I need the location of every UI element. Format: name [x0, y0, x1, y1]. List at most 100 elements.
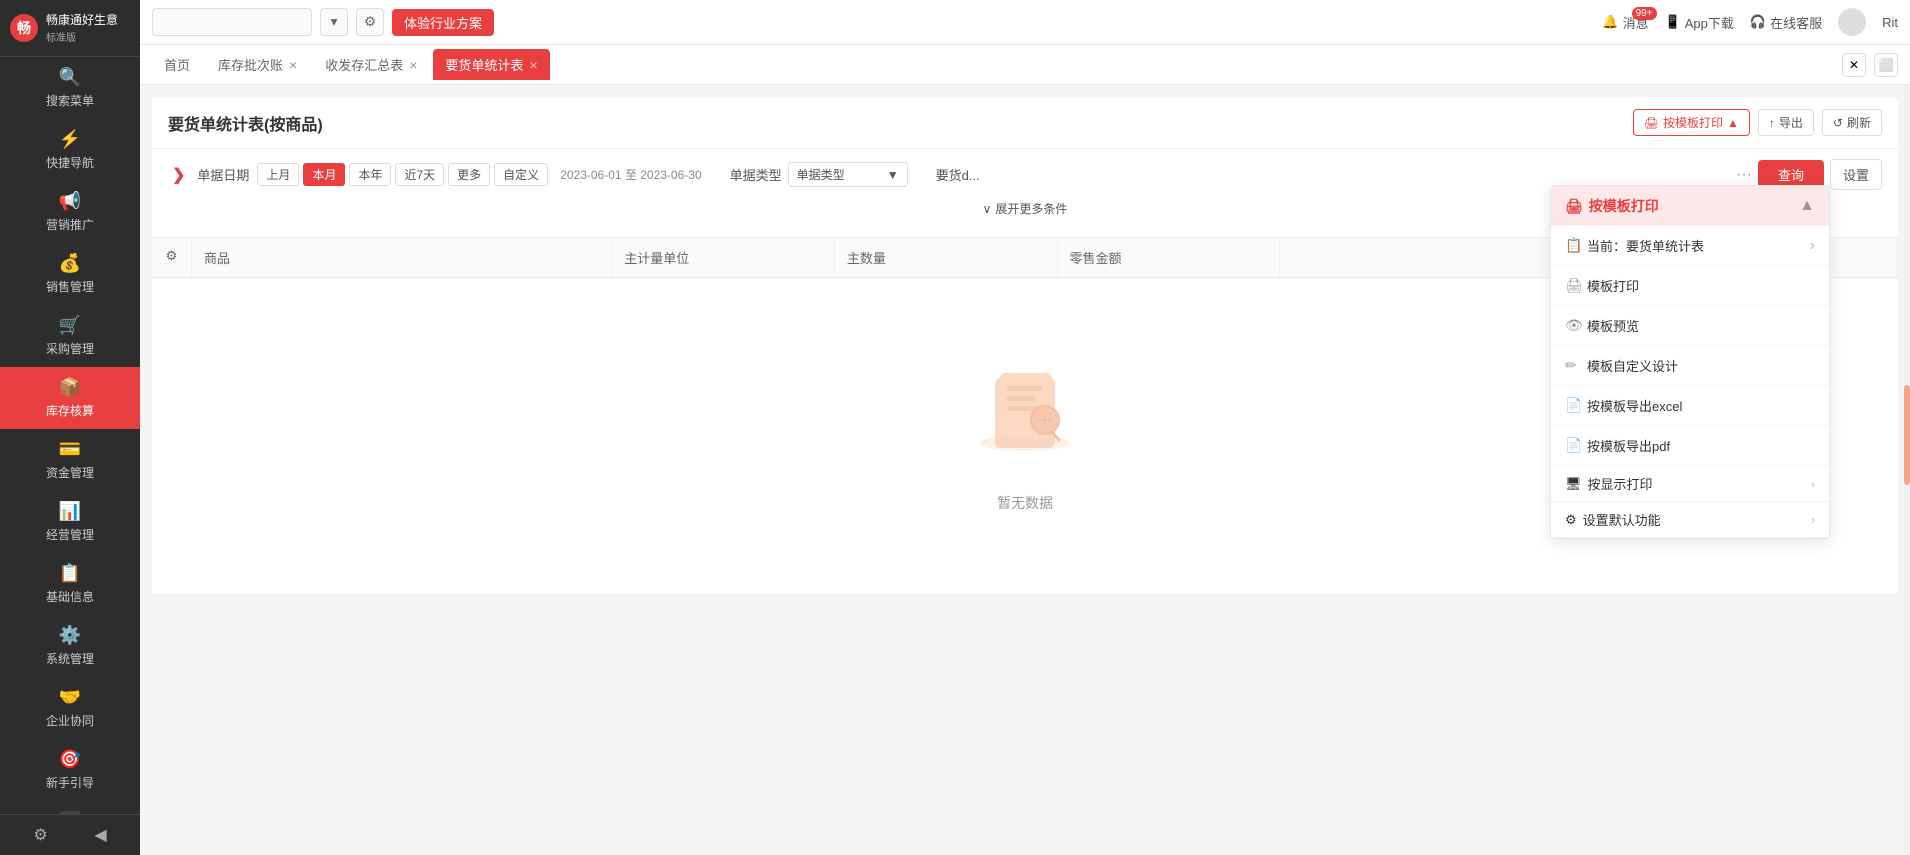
dropdown-item-template-preview[interactable]: 👁 模板预览: [1551, 306, 1829, 346]
page-header: 要货单统计表(按商品) 🖨 按模板打印 ▲ ↑ 导出 ↺ 刷新: [152, 97, 1898, 149]
tab-order-stats-label: 要货单统计表: [445, 55, 523, 74]
refresh-icon: ↺: [1833, 116, 1843, 130]
sidebar-item-marketing[interactable]: 📢 营销推广: [0, 181, 140, 243]
date-filter-label: 单据日期: [197, 165, 249, 184]
filter-custom[interactable]: 自定义: [494, 163, 548, 186]
dropdown-item-label: 模板预览: [1587, 316, 1639, 335]
sidebar-item-search[interactable]: 🔍 搜索菜单: [0, 57, 140, 119]
dropdown-default-title: ⚙ 设置默认功能: [1565, 510, 1661, 529]
sidebar-item-label: 基础信息: [46, 588, 94, 605]
type-filter-select[interactable]: 单据类型 ▼: [788, 162, 908, 187]
tab-batch-account-close[interactable]: ×: [289, 57, 297, 73]
tab-batch-account[interactable]: 库存批次账 ×: [206, 49, 309, 80]
page-actions: 🖨 按模板打印 ▲ ↑ 导出 ↺ 刷新: [1633, 109, 1882, 136]
dropdown-header: 🖨 按模板打印 ▲: [1551, 186, 1829, 226]
empty-text: 暂无数据: [997, 493, 1053, 513]
sidebar-footer: ⚙ ◀: [0, 814, 140, 855]
sidebar-item-operation[interactable]: 📊 经营管理: [0, 491, 140, 553]
topbar-dropdown-button[interactable]: ▾: [320, 8, 348, 36]
dropdown-printer-icon2: 🖨: [1565, 277, 1583, 294]
dropdown-display-print-section[interactable]: 🖥 按显示打印 ›: [1551, 466, 1829, 502]
window-close-button[interactable]: ✕: [1842, 53, 1866, 77]
filter-setting-button[interactable]: 设置: [1830, 159, 1882, 190]
purchase-icon: 🛒: [59, 315, 81, 336]
dropdown-current-section[interactable]: 📋 当前：要货单统计表: [1551, 226, 1829, 266]
refresh-label: 刷新: [1847, 114, 1871, 131]
sidebar-item-quick-nav[interactable]: ⚡ 快捷导航: [0, 119, 140, 181]
page-content: 要货单统计表(按商品) 🖨 按模板打印 ▲ ↑ 导出 ↺ 刷新: [140, 85, 1910, 855]
scrollbar-thumb: [1904, 385, 1910, 485]
filter-expand-button[interactable]: ❯: [168, 165, 189, 185]
expand-more-button[interactable]: ∨ 展开更多条件: [971, 194, 1080, 223]
sidebar-item-guide[interactable]: 🎯 新手引导: [0, 739, 140, 801]
sidebar-item-label: 搜索菜单: [46, 92, 94, 109]
dropdown-printer-icon: 🖨: [1565, 198, 1583, 215]
filter-this-year[interactable]: 本年: [349, 163, 391, 186]
sidebar-item-purchase[interactable]: 🛒 采购管理: [0, 305, 140, 367]
logo-text-block: 畅康通好生意 标准版: [46, 12, 118, 44]
user-avatar[interactable]: [1838, 8, 1866, 36]
system-icon: ⚙️: [59, 625, 81, 646]
topbar-message-button[interactable]: 🔔 消息 99+: [1602, 13, 1648, 32]
refresh-button[interactable]: ↺ 刷新: [1822, 109, 1882, 136]
order-type-label: 要货d...: [936, 165, 980, 184]
expand-more-icon: ∨: [983, 202, 992, 216]
tab-home-label: 首页: [164, 55, 190, 74]
sidebar-item-system[interactable]: ⚙️ 系统管理: [0, 615, 140, 677]
th-amount: 零售金额: [1058, 238, 1281, 277]
tab-receipt-summary-close[interactable]: ×: [409, 57, 417, 73]
topbar: ▾ ⚙ 体验行业方案 🔔 消息 99+ 📱 App下载 🎧 在线客服 Rit: [140, 0, 1910, 45]
topbar-service-button[interactable]: 🎧 在线客服: [1750, 13, 1822, 32]
export-button[interactable]: ↑ 导出: [1758, 109, 1814, 136]
collab-icon: 🤝: [59, 687, 81, 708]
window-maximize-button[interactable]: ⬜: [1874, 53, 1898, 77]
dropdown-close-button[interactable]: ▲: [1799, 197, 1815, 215]
template-print-dropdown: 🖨 按模板打印 ▲ 📋 当前：要货单统计表 🖨 模板打印 👁 模板预览 ✏: [1550, 185, 1830, 539]
topbar-app-download-button[interactable]: 📱 App下载: [1665, 13, 1734, 32]
th-settings[interactable]: ⚙: [152, 238, 192, 277]
sidebar-item-sales[interactable]: 💰 销售管理: [0, 243, 140, 305]
sidebar-item-label: 资金管理: [46, 464, 94, 481]
dropdown-item-export-pdf[interactable]: 📄 按模板导出pdf: [1551, 426, 1829, 466]
sidebar-item-finance[interactable]: 💳 资金管理: [0, 429, 140, 491]
template-print-button[interactable]: 🖨 按模板打印 ▲: [1633, 109, 1750, 136]
dropdown-item-template-print[interactable]: 🖨 模板打印: [1551, 266, 1829, 306]
topbar-settings-button[interactable]: ⚙: [356, 8, 384, 36]
tab-order-stats-close[interactable]: ×: [529, 57, 537, 73]
dropdown-item-template-custom[interactable]: ✏ 模板自定义设计: [1551, 346, 1829, 386]
tab-home[interactable]: 首页: [152, 49, 202, 80]
sidebar-settings-button[interactable]: ⚙: [33, 825, 47, 845]
tab-order-stats[interactable]: 要货单统计表 ×: [433, 49, 549, 80]
filter-more-options[interactable]: ···: [1736, 166, 1752, 184]
sidebar-item-collab[interactable]: 🤝 企业协同: [0, 677, 140, 739]
filter-more[interactable]: 更多: [448, 163, 490, 186]
sidebar-item-label: 快捷导航: [46, 154, 94, 171]
message-bell-icon: 🔔: [1602, 14, 1618, 30]
type-filter-label: 单据类型: [730, 165, 782, 184]
sidebar-item-inventory[interactable]: 📦 库存核算: [0, 367, 140, 429]
quicknav-icon: ⚡: [59, 129, 81, 150]
dropdown-default-section[interactable]: ⚙ 设置默认功能 ›: [1551, 502, 1829, 538]
sales-icon: 💰: [59, 253, 81, 274]
topbar-promo-button[interactable]: 体验行业方案: [392, 9, 494, 36]
tab-bar: 首页 库存批次账 × 收发存汇总表 × 要货单统计表 × ✕ ⬜: [140, 45, 1910, 85]
tab-receipt-summary[interactable]: 收发存汇总表 ×: [313, 49, 429, 80]
dropdown-item-export-excel[interactable]: 📄 按模板导出excel: [1551, 386, 1829, 426]
filter-last7[interactable]: 近7天: [395, 163, 444, 186]
main-area: ▾ ⚙ 体验行业方案 🔔 消息 99+ 📱 App下载 🎧 在线客服 Rit 首…: [140, 0, 1910, 855]
filter-current-month[interactable]: 本月: [303, 163, 345, 186]
display-print-arrow: ›: [1811, 477, 1815, 491]
sidebar-item-appstore[interactable]: 🔲 应用中心: [0, 801, 140, 814]
filter-prev-month[interactable]: 上月: [257, 163, 299, 186]
export-label: 导出: [1779, 114, 1803, 131]
sidebar-item-basic[interactable]: 📋 基础信息: [0, 553, 140, 615]
app-logo: 畅 畅康通好生意 标准版: [0, 0, 140, 57]
sidebar-collapse-button[interactable]: ◀: [94, 825, 106, 845]
topbar-search-input[interactable]: [152, 8, 312, 36]
expand-more-label: 展开更多条件: [995, 200, 1067, 217]
type-filter-placeholder: 单据类型: [797, 166, 845, 183]
logo-icon: 畅: [10, 14, 38, 42]
tab-batch-account-label: 库存批次账: [218, 55, 283, 74]
right-scrollbar[interactable]: [1904, 85, 1910, 855]
sidebar-item-label: 经营管理: [46, 526, 94, 543]
